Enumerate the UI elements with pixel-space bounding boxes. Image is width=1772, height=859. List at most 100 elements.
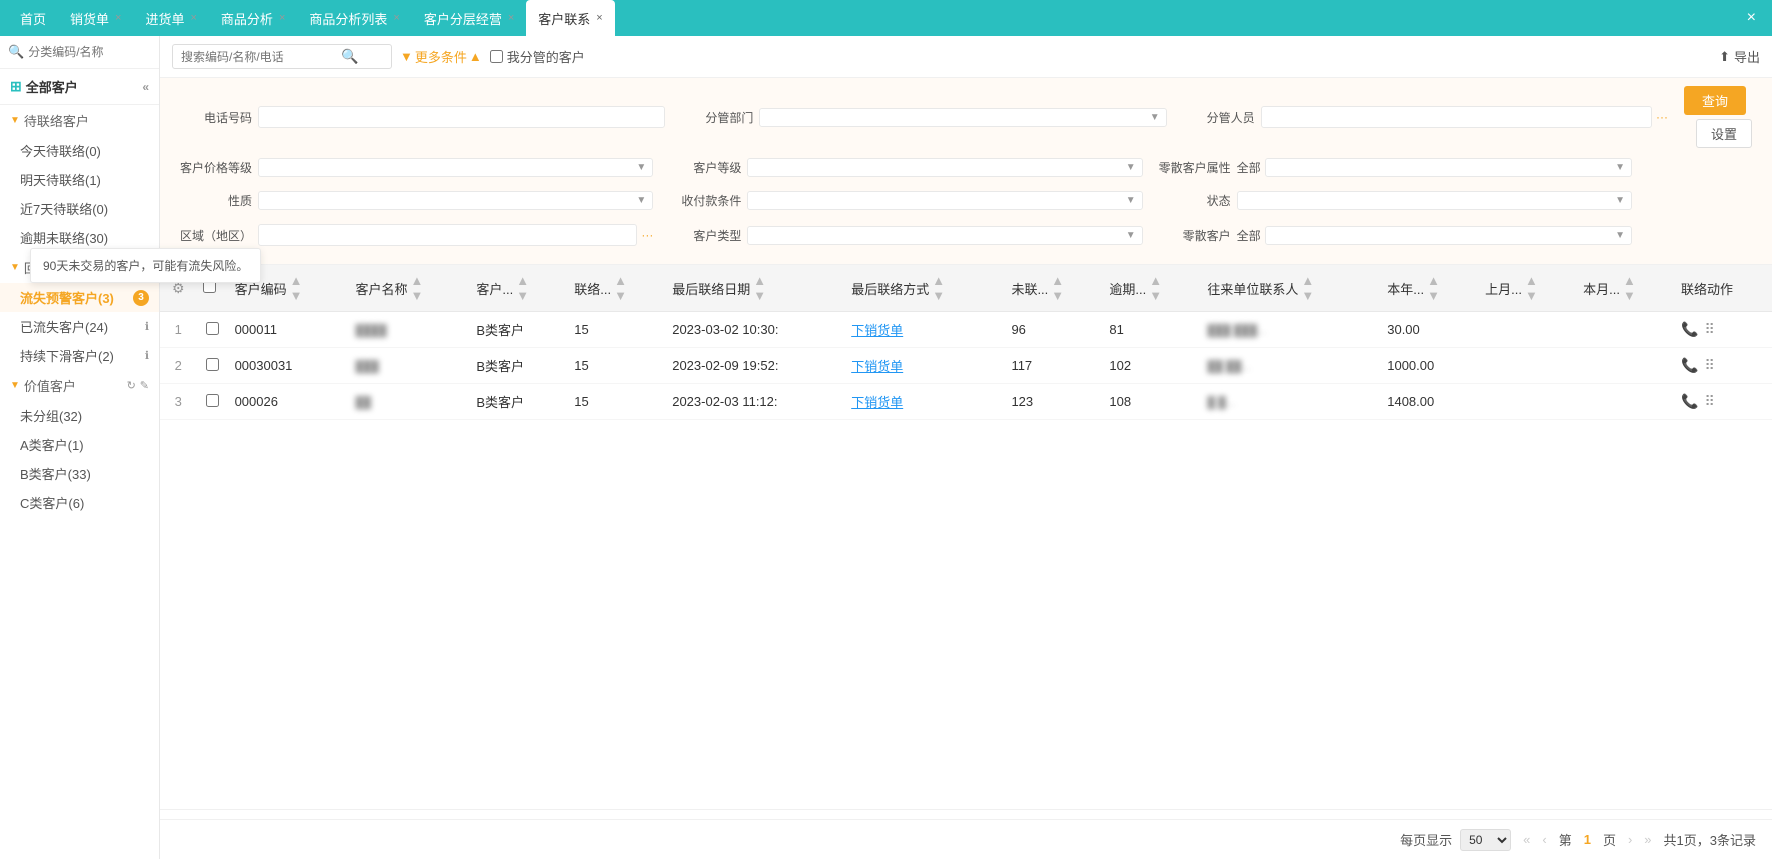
filter-input-phone[interactable] (258, 106, 665, 128)
filter-more-btn[interactable]: ▼ 更多条件 ▲ (400, 47, 482, 66)
sidebar-search-input[interactable] (28, 45, 160, 59)
filter-select-payment[interactable]: ▼ (747, 191, 1142, 210)
filter-select-dept[interactable]: ▼ (759, 108, 1166, 127)
col-this-month[interactable]: 本月... ▲▼ (1577, 265, 1675, 312)
sidebar-group-pending[interactable]: ▼ 待联络客户 (0, 105, 159, 136)
action-more-icon-1[interactable]: ⠿ (1704, 357, 1714, 374)
filter-select-customer-type[interactable]: ▼ (747, 226, 1142, 245)
sidebar-group-value[interactable]: ▼ 价值客户 ↻ ✎ (0, 370, 159, 401)
sidebar-item-type-a[interactable]: A类客户(1) (0, 430, 159, 459)
filter-select-nature[interactable]: ▼ (258, 191, 653, 210)
top-nav: 首页 销货单 × 进货单 × 商品分析 × 商品分析列表 × 客户分层经营 × … (0, 0, 1772, 36)
nav-purchase-close[interactable]: × (190, 12, 196, 24)
page-size-select[interactable]: 50 100 200 (1460, 829, 1511, 851)
sidebar-item-today-pending[interactable]: 今天待联络(0) (0, 136, 159, 165)
nav-goods-list-close[interactable]: × (393, 12, 399, 24)
prev-page-btn[interactable]: ‹ (1538, 830, 1550, 849)
action-phone-icon-0[interactable]: 📞 (1681, 321, 1698, 338)
sort-this-year[interactable]: ▲▼ (1427, 273, 1440, 303)
col-name[interactable]: 客户名称 ▲▼ (349, 265, 470, 312)
nav-purchase[interactable]: 进货单 × (133, 0, 208, 36)
col-overdue[interactable]: 逾期... ▲▼ (1103, 265, 1201, 312)
next-page-btn[interactable]: › (1624, 830, 1636, 849)
filter-select-customer-level[interactable]: ▼ (747, 158, 1142, 177)
nav-home[interactable]: 首页 (8, 0, 58, 36)
row-checkbox-0[interactable] (206, 322, 219, 335)
total-pages-label: 共1页，3条记录 (1664, 830, 1756, 849)
row-checkbox-2[interactable] (206, 394, 219, 407)
action-phone-icon-1[interactable]: 📞 (1681, 357, 1698, 374)
sidebar-item-tomorrow-pending[interactable]: 明天待联络(1) (0, 165, 159, 194)
sidebar-item-churned[interactable]: 已流失客户(24) ℹ (0, 312, 159, 341)
sort-code[interactable]: ▲▼ (290, 273, 303, 303)
cell-method-2[interactable]: 下销货单 (845, 384, 1005, 420)
col-last-month[interactable]: 上月... ▲▼ (1479, 265, 1577, 312)
filter-more-region[interactable]: ··· (641, 228, 653, 242)
col-this-year[interactable]: 本年... ▲▼ (1381, 265, 1479, 312)
sort-last-contact-date[interactable]: ▲▼ (753, 273, 766, 303)
col-level[interactable]: 客户... ▲▼ (470, 265, 568, 312)
refresh-icon-value[interactable]: ↻ (127, 379, 136, 392)
nav-customer-tier[interactable]: 客户分层经营 × (412, 0, 526, 36)
sidebar-item-type-c[interactable]: C类客户(6) (0, 488, 159, 517)
query-button[interactable]: 查询 (1684, 86, 1746, 115)
sort-last-month[interactable]: ▲▼ (1525, 273, 1538, 303)
nav-close-all[interactable]: × (1739, 9, 1764, 27)
first-page-btn[interactable]: « (1519, 830, 1534, 849)
sort-contact[interactable]: ▲▼ (614, 273, 627, 303)
col-unit-contact[interactable]: 往来单位联系人 ▲▼ (1201, 265, 1381, 312)
action-more-icon-0[interactable]: ⠿ (1704, 321, 1714, 338)
horizontal-scrollbar[interactable] (160, 809, 1772, 819)
filter-label-customer-type: 客户类型 (669, 227, 741, 244)
sort-this-month[interactable]: ▲▼ (1623, 273, 1636, 303)
nav-goods-list[interactable]: 商品分析列表 × (297, 0, 411, 36)
nav-customer-contact[interactable]: 客户联系 × (526, 0, 614, 36)
action-phone-icon-2[interactable]: 📞 (1681, 393, 1698, 410)
filter-more-manager[interactable]: ··· (1656, 110, 1668, 124)
nav-sales[interactable]: 销货单 × (58, 0, 133, 36)
row-checkbox-1[interactable] (206, 358, 219, 371)
sidebar-collapse-icon[interactable]: « (142, 80, 149, 94)
sort-name[interactable]: ▲▼ (410, 273, 423, 303)
col-contact[interactable]: 联络... ▲▼ (568, 265, 666, 312)
filter-input-manager[interactable] (1261, 106, 1652, 128)
filter-row-3: 性质 ▼ 收付款条件 ▼ 状态 (172, 187, 1760, 214)
last-page-btn[interactable]: » (1640, 830, 1655, 849)
sidebar-item-churn-warning[interactable]: 流失预警客户(3) 3 (0, 283, 159, 312)
nav-customer-contact-close[interactable]: × (596, 12, 602, 24)
nav-sales-close[interactable]: × (115, 12, 121, 24)
filter-select-price-level[interactable]: ▼ (258, 158, 653, 177)
col-not-contact[interactable]: 未联... ▲▼ (1005, 265, 1103, 312)
col-last-contact-date[interactable]: 最后联络日期 ▲▼ (666, 265, 845, 312)
sort-last-contact-method[interactable]: ▲▼ (932, 273, 945, 303)
sort-level[interactable]: ▲▼ (516, 273, 529, 303)
cell-method-0[interactable]: 下销货单 (845, 312, 1005, 348)
cell-method-1[interactable]: 下销货单 (845, 348, 1005, 384)
filter-select-retail-attr[interactable]: ▼ (1265, 158, 1632, 177)
setting-button[interactable]: 设置 (1696, 119, 1752, 148)
info-icon-churned: ℹ (145, 320, 149, 333)
filter-select-status[interactable]: ▼ (1237, 191, 1632, 210)
nav-customer-tier-close[interactable]: × (508, 12, 514, 24)
edit-icon-value[interactable]: ✎ (140, 379, 149, 392)
search-button[interactable]: 🔍 (341, 48, 358, 65)
cell-not-contact-0: 96 (1005, 312, 1103, 348)
sidebar-item-week-pending[interactable]: 近7天待联络(0) (0, 194, 159, 223)
search-input[interactable] (181, 50, 341, 64)
action-more-icon-2[interactable]: ⠿ (1704, 393, 1714, 410)
filter-select-retail[interactable]: ▼ (1265, 226, 1632, 245)
table-body: 1 000011 ████ B类客户 15 2023-03-02 10:30: … (160, 312, 1772, 420)
sidebar-item-type-b[interactable]: B类客户(33) (0, 459, 159, 488)
sort-not-contact[interactable]: ▲▼ (1051, 273, 1064, 303)
nav-goods-analysis-close[interactable]: × (279, 12, 285, 24)
sort-overdue[interactable]: ▲▼ (1149, 273, 1162, 303)
col-last-contact-method[interactable]: 最后联络方式 ▲▼ (845, 265, 1005, 312)
sidebar-item-ungrouped[interactable]: 未分组(32) (0, 401, 159, 430)
export-button[interactable]: ⬆ 导出 (1719, 47, 1760, 66)
sort-unit-contact[interactable]: ▲▼ (1301, 273, 1314, 303)
filter-input-region[interactable] (258, 224, 637, 246)
nav-goods-analysis[interactable]: 商品分析 × (209, 0, 297, 36)
my-customer-checkbox[interactable] (490, 50, 503, 63)
my-customer-checkbox-wrap: 我分管的客户 (490, 47, 585, 66)
sidebar-item-declining[interactable]: 持续下滑客户(2) ℹ (0, 341, 159, 370)
